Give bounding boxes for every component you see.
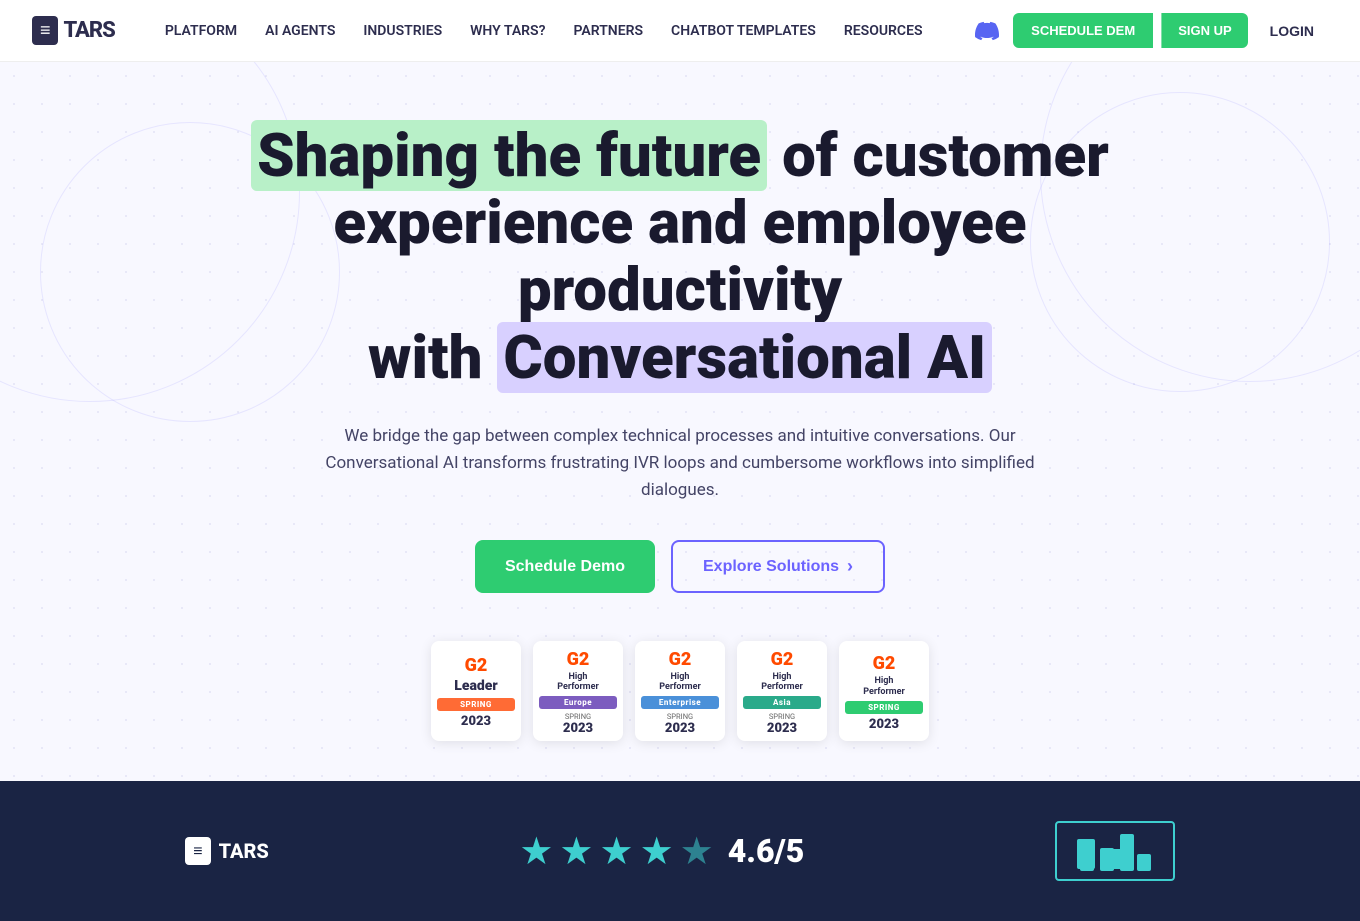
badge-sub-2: SPRING bbox=[565, 712, 591, 721]
star-5-half: ★ bbox=[680, 829, 714, 874]
hero-title-highlight-purple: Conversational AI bbox=[497, 322, 992, 393]
badge-year-1: 2023 bbox=[461, 714, 491, 729]
nav-item-partners[interactable]: PARTNERS bbox=[560, 15, 658, 47]
badge-type-hp-spring: HighPerformer bbox=[863, 676, 905, 698]
explore-solutions-button[interactable]: Explore Solutions › bbox=[671, 540, 885, 593]
hero-buttons: Schedule Demo Explore Solutions › bbox=[230, 540, 1130, 593]
footer-logo: ≡ TARS bbox=[185, 837, 269, 865]
badge-year-5: 2023 bbox=[869, 717, 899, 732]
g2-icon-4: G2 bbox=[771, 649, 794, 670]
badge-high-performer-enterprise: G2 HighPerformer Enterprise SPRING 2023 bbox=[635, 641, 725, 741]
badge-high-performer-spring: G2 HighPerformer SPRING 2023 bbox=[839, 641, 929, 741]
star-1: ★ bbox=[519, 829, 553, 874]
hero-section: Shaping the future of customer experienc… bbox=[0, 62, 1360, 781]
badges-row: G2 Leader SPRING 2023 G2 HighPerformer E… bbox=[230, 641, 1130, 741]
badge-bar-5: SPRING bbox=[845, 701, 923, 714]
logo-box-icon: ≡ bbox=[32, 16, 58, 45]
badge-type-hp-europe: HighPerformer bbox=[557, 672, 599, 694]
badge-sub-3: SPRING bbox=[667, 712, 693, 721]
badge-bar-3: Enterprise bbox=[641, 696, 719, 709]
nav-right: SCHEDULE DEM SIGN UP LOGIN bbox=[969, 13, 1328, 49]
g2-icon-1: G2 bbox=[465, 655, 488, 676]
hero-subtitle: We bridge the gap between complex techni… bbox=[320, 423, 1040, 505]
badge-sub-4: SPRING bbox=[769, 712, 795, 721]
badge-year-3: 2023 bbox=[665, 721, 695, 736]
nav-item-resources[interactable]: RESOURCES bbox=[830, 15, 937, 47]
nav-links: PLATFORM AI AGENTS INDUSTRIES WHY TARS? … bbox=[151, 15, 969, 47]
badge-year-2: 2023 bbox=[563, 721, 593, 736]
badge-high-performer-europe: G2 HighPerformer Europe SPRING 2023 bbox=[533, 641, 623, 741]
g2-icon-3: G2 bbox=[669, 649, 692, 670]
hero-title-highlight-green: Shaping the future bbox=[251, 120, 767, 191]
hero-title: Shaping the future of customer experienc… bbox=[230, 122, 1130, 391]
badge-bar-4: Asia bbox=[743, 696, 821, 709]
badge-type-hp-asia: HighPerformer bbox=[761, 672, 803, 694]
schedule-demo-button[interactable]: SCHEDULE DEM bbox=[1013, 13, 1153, 48]
discord-icon[interactable] bbox=[969, 13, 1005, 49]
nav-item-why-tars[interactable]: WHY TARS? bbox=[456, 15, 559, 47]
nav-item-chatbot-templates[interactable]: CHATBOT TEMPLATES bbox=[657, 15, 830, 47]
badge-leader: G2 Leader SPRING 2023 bbox=[431, 641, 521, 741]
signup-button[interactable]: SIGN UP bbox=[1161, 13, 1247, 48]
g2-icon-2: G2 bbox=[567, 649, 590, 670]
badge-bar-2: Europe bbox=[539, 696, 617, 709]
footer-logo-text: TARS bbox=[219, 839, 269, 863]
nav-item-platform[interactable]: PLATFORM bbox=[151, 15, 251, 47]
logo[interactable]: ≡ TARS bbox=[32, 16, 115, 45]
badge-type-hp-enterprise: HighPerformer bbox=[659, 672, 701, 694]
chart-svg bbox=[1075, 826, 1155, 876]
logo-text: TARS bbox=[64, 18, 115, 43]
star-2: ★ bbox=[559, 829, 593, 874]
g2-icon-5: G2 bbox=[873, 653, 896, 674]
hero-content: Shaping the future of customer experienc… bbox=[230, 122, 1130, 741]
stars-rating-area: ★ ★ ★ ★ ★ 4.6/5 bbox=[519, 829, 804, 874]
login-button[interactable]: LOGIN bbox=[1256, 15, 1328, 47]
rating-value: 4.6/5 bbox=[728, 832, 805, 870]
explore-solutions-label: Explore Solutions bbox=[703, 558, 839, 576]
footer-logo-box: ≡ bbox=[185, 837, 210, 865]
badge-high-performer-asia: G2 HighPerformer Asia SPRING 2023 bbox=[737, 641, 827, 741]
badge-year-4: 2023 bbox=[767, 721, 797, 736]
badge-bar-1: SPRING bbox=[437, 698, 515, 711]
star-4: ★ bbox=[640, 829, 674, 874]
footer-dark-section: ≡ TARS ★ ★ ★ ★ ★ 4.6/5 bbox=[0, 781, 1360, 921]
navbar: ≡ TARS PLATFORM AI AGENTS INDUSTRIES WHY… bbox=[0, 0, 1360, 62]
badge-type-leader: Leader bbox=[454, 678, 497, 695]
nav-item-ai-agents[interactable]: AI AGENTS bbox=[251, 15, 349, 47]
arrow-icon: › bbox=[847, 556, 853, 577]
footer-chart-graphic bbox=[1055, 821, 1175, 881]
schedule-demo-hero-button[interactable]: Schedule Demo bbox=[475, 540, 655, 593]
nav-item-industries[interactable]: INDUSTRIES bbox=[349, 15, 456, 47]
star-3: ★ bbox=[599, 829, 633, 874]
